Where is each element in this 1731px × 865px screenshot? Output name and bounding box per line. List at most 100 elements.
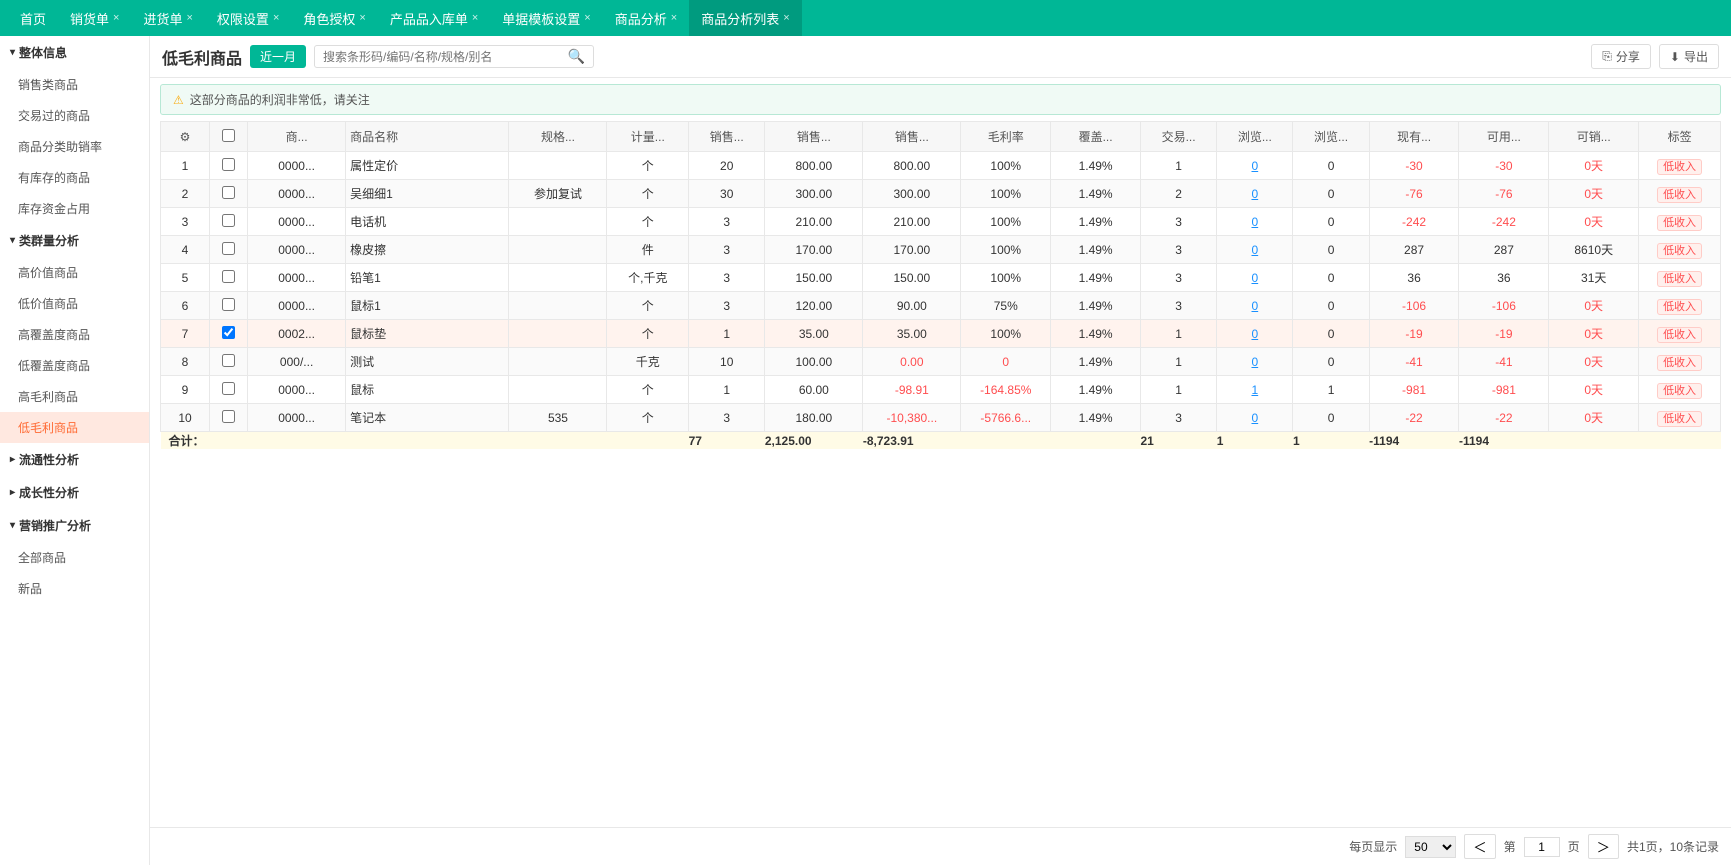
row-view1[interactable]: 0 [1217,236,1293,264]
col-sale-qty[interactable]: 销售... [689,122,765,152]
row-product-name: 吴细细1 [346,180,509,208]
row-checkbox[interactable] [222,270,235,283]
sidebar-group-growth[interactable]: ▸ 成长性分析 [0,476,149,509]
col-view1[interactable]: 浏览... [1217,122,1293,152]
row-checkbox[interactable] [222,326,235,339]
row-checkbox-cell[interactable] [210,236,248,264]
col-cover-rate[interactable]: 覆盖... [1051,122,1141,152]
sidebar-item-low-gross[interactable]: 低毛利商品 [0,412,149,443]
row-checkbox-cell[interactable] [210,152,248,180]
sidebar-item-all-products[interactable]: 全部商品 [0,542,149,573]
nav-template-settings[interactable]: 单据模板设置 × [490,0,602,36]
row-checkbox-cell[interactable] [210,404,248,432]
col-checkbox-all[interactable] [210,122,248,152]
search-icon[interactable]: 🔍 [568,48,585,65]
nav-product-entry[interactable]: 产品品入库单 × [378,0,490,36]
nav-product-analysis-list[interactable]: 商品分析列表 × [689,0,801,36]
prev-page-button[interactable]: ＜ [1464,834,1495,859]
col-settings[interactable]: ⚙ [161,122,210,152]
footer-sale-qty: 77 [689,432,765,450]
col-product-name[interactable]: 商品名称 [346,122,509,152]
share-button[interactable]: ⎘ 分享 [1591,44,1651,69]
row-checkbox-cell[interactable] [210,264,248,292]
col-spec[interactable]: 规格... [509,122,607,152]
sidebar-group-overall[interactable]: ▾ 整体信息 [0,36,149,69]
row-view1[interactable]: 0 [1217,348,1293,376]
row-checkbox[interactable] [222,354,235,367]
sidebar-item-low-coverage[interactable]: 低覆盖度商品 [0,350,149,381]
col-unit[interactable]: 计量... [607,122,689,152]
row-checkbox-cell[interactable] [210,180,248,208]
row-gross-rate: -5766.6... [961,404,1051,432]
nav-home[interactable]: 首页 [8,0,58,36]
row-product-code: 0000... [248,236,346,264]
col-avail-stock[interactable]: 可用... [1459,122,1549,152]
col-trade[interactable]: 交易... [1141,122,1217,152]
row-avail-stock: 36 [1459,264,1549,292]
row-checkbox-cell[interactable] [210,320,248,348]
col-saleable-days[interactable]: 可销... [1549,122,1639,152]
row-trade: 3 [1141,292,1217,320]
row-view1[interactable]: 0 [1217,320,1293,348]
export-button[interactable]: ⬇ 导出 [1659,44,1719,69]
sidebar-item-high-value[interactable]: 高价值商品 [0,257,149,288]
export-icon: ⬇ [1670,50,1680,64]
sidebar-item-category-sales-rate[interactable]: 商品分类助销率 [0,131,149,162]
nav-sales-order[interactable]: 销货单 × [58,0,131,36]
row-checkbox-cell[interactable] [210,348,248,376]
col-current-stock[interactable]: 现有... [1369,122,1459,152]
row-checkbox[interactable] [222,410,235,423]
table-row: 6 0000... 鼠标1 个 3 120.00 90.00 75% 1.49%… [161,292,1721,320]
row-view1[interactable]: 0 [1217,180,1293,208]
sidebar-group-cluster[interactable]: ▾ 类群量分析 [0,224,149,257]
close-icon: × [671,12,677,24]
col-product-code[interactable]: 商... [248,122,346,152]
col-gross-rate[interactable]: 毛利率 [961,122,1051,152]
row-checkbox-cell[interactable] [210,292,248,320]
col-sale-amt[interactable]: 销售... [863,122,961,152]
period-button[interactable]: 近一月 [250,45,306,68]
sidebar-item-low-value[interactable]: 低价值商品 [0,288,149,319]
row-checkbox[interactable] [222,382,235,395]
row-checkbox-cell[interactable] [210,376,248,404]
row-checkbox[interactable] [222,158,235,171]
row-checkbox[interactable] [222,186,235,199]
row-view1[interactable]: 0 [1217,152,1293,180]
nav-product-analysis[interactable]: 商品分析 × [603,0,689,36]
col-view2[interactable]: 浏览... [1293,122,1369,152]
row-spec [509,348,607,376]
row-view1[interactable]: 0 [1217,264,1293,292]
per-page-select[interactable]: 50 100 200 [1405,836,1456,858]
row-view1[interactable]: 1 [1217,376,1293,404]
row-view1[interactable]: 0 [1217,292,1293,320]
sidebar-item-new-products[interactable]: 新品 [0,573,149,604]
row-checkbox-cell[interactable] [210,208,248,236]
sidebar-item-high-coverage[interactable]: 高覆盖度商品 [0,319,149,350]
row-saleable-days: 31天 [1549,264,1639,292]
sidebar-item-sales-products[interactable]: 销售类商品 [0,69,149,100]
row-current-stock: -30 [1369,152,1459,180]
page-number-input[interactable] [1524,837,1560,857]
search-input[interactable] [323,50,568,64]
nav-permissions[interactable]: 权限设置 × [205,0,291,36]
sidebar-item-high-gross[interactable]: 高毛利商品 [0,381,149,412]
nav-role-auth[interactable]: 角色授权 × [291,0,377,36]
sidebar-item-inventory-capital[interactable]: 库存资金占用 [0,193,149,224]
sidebar-item-in-stock[interactable]: 有库存的商品 [0,162,149,193]
row-checkbox[interactable] [222,214,235,227]
sidebar-group-marketing[interactable]: ▾ 营销推广分析 [0,509,149,542]
row-view1[interactable]: 0 [1217,208,1293,236]
content-area: 低毛利商品 近一月 🔍 ⎘ 分享 ⬇ 导出 ⚠ 这部分商品的利润非常低，请关注 [150,36,1731,865]
row-cover-rate: 1.49% [1051,152,1141,180]
row-checkbox[interactable] [222,298,235,311]
footer-view2: 1 [1293,432,1369,450]
sidebar-item-traded-products[interactable]: 交易过的商品 [0,100,149,131]
row-view1[interactable]: 0 [1217,404,1293,432]
nav-purchase-order[interactable]: 进货单 × [131,0,204,36]
col-tag[interactable]: 标签 [1639,122,1721,152]
col-sale-price[interactable]: 销售... [765,122,863,152]
next-page-button[interactable]: ＞ [1588,834,1619,859]
sidebar-group-circulation[interactable]: ▸ 流通性分析 [0,443,149,476]
row-checkbox[interactable] [222,242,235,255]
select-all-checkbox[interactable] [222,129,235,142]
